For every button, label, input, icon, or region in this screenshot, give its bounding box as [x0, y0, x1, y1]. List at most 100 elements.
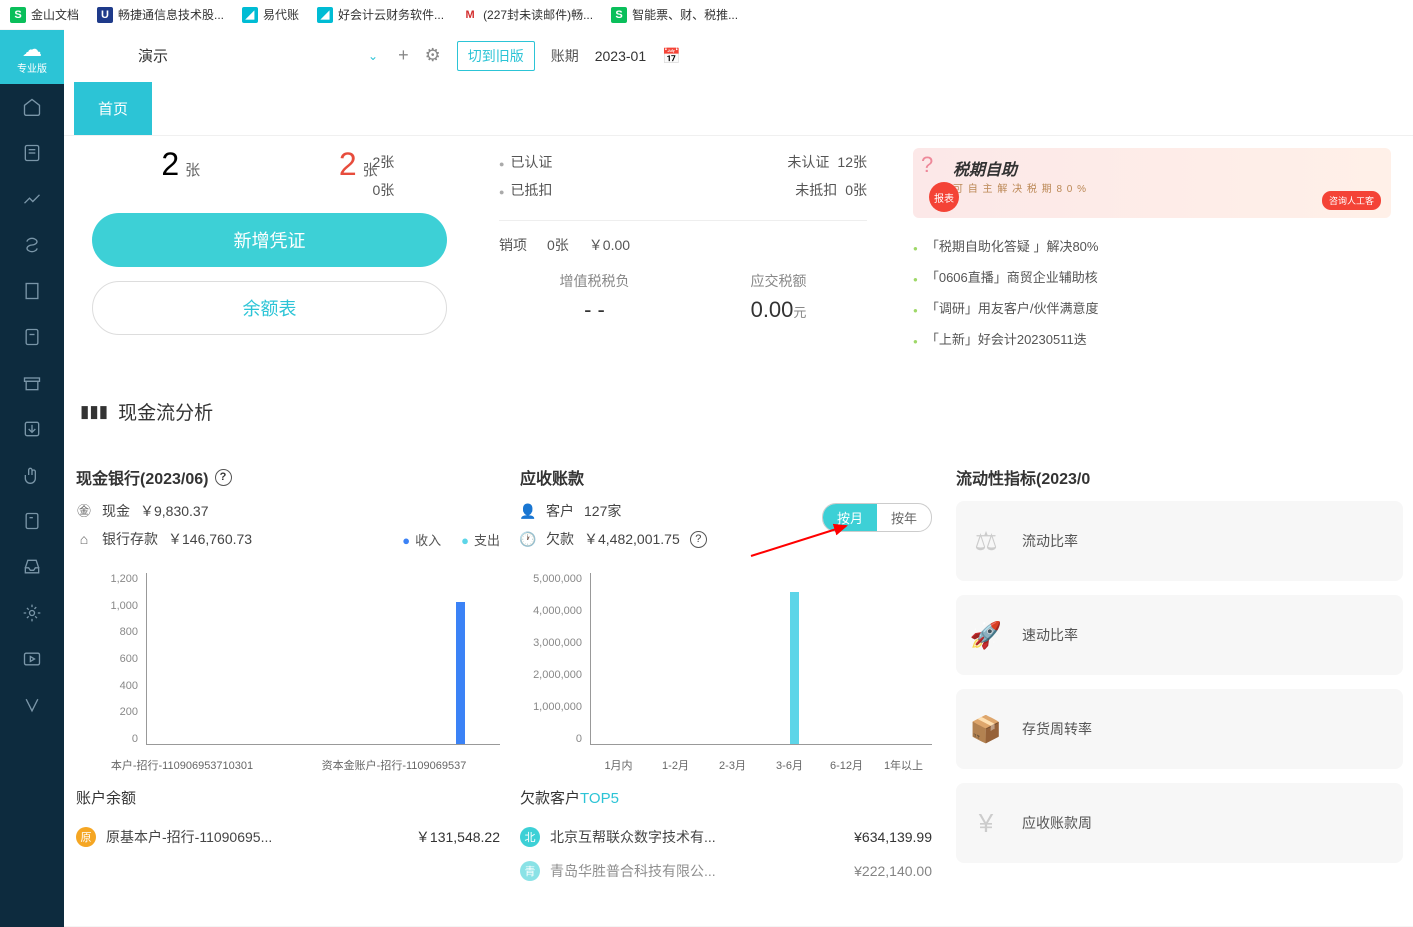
receivables-chart: 5,000,0004,000,0003,000,0002,000,0001,00… [520, 573, 932, 773]
person-icon: 👤 [520, 503, 536, 520]
top5-row[interactable]: 北 北京互帮联众数字技术有... ¥634,139.99 [520, 820, 932, 854]
nav-building[interactable] [0, 268, 64, 314]
nav-archive[interactable] [0, 360, 64, 406]
nav-receipt[interactable] [0, 498, 64, 544]
old-version-button[interactable]: 切到旧版 [457, 41, 535, 71]
tax-payable: 应交税额 0.00元 [751, 271, 807, 323]
app-header: 演示 ⌄ + ⚙ 切到旧版 账期 2023-01 📅 [64, 29, 1413, 82]
metric-inventory-turnover[interactable]: 📦 存货周转率 [956, 689, 1403, 769]
news-list: 「税期自助化答疑 」解决80% 「0606直播」商贸企业辅助核 「调研」用友客户… [913, 230, 1391, 354]
bar-3-6m [790, 592, 799, 744]
bookmark-item[interactable]: ◢好会计云财务软件... [317, 6, 444, 23]
app-logo[interactable]: ☁ 专业版 [0, 30, 64, 84]
bar-income [456, 602, 465, 744]
promo-cta-button[interactable]: 咨询人工客 [1322, 191, 1381, 210]
cash-bank-card: 现金银行(2023/06) ? ㊎ 现金 ￥9,830.37 ⌂ 银行存款 ￥1… [72, 451, 504, 902]
nav-video[interactable] [0, 636, 64, 682]
tax-card: 已认证2张未认证12张 已抵扣0张未抵扣0张 销项 0张 ￥0.00 增值税税负… [479, 136, 887, 366]
bookmark-icon: S [611, 7, 627, 23]
liquidity-card: 流动性指标(2023/0 ⚖ 流动比率 🚀 速动比率 📦 存货周转率 ¥ [948, 451, 1405, 902]
logo-label: 专业版 [17, 60, 47, 75]
bookmark-item[interactable]: S智能票、财、税推... [611, 6, 738, 23]
bar-chart-icon: ▮▮▮ [80, 402, 108, 422]
bookmark-icon: U [97, 7, 113, 23]
clock-icon: 🕐 [520, 531, 536, 548]
bookmark-item[interactable]: ◢易代账 [242, 6, 299, 23]
help-icon[interactable]: ? [215, 469, 232, 486]
news-item[interactable]: 「调研」用友客户/伙伴满意度 [913, 292, 1391, 323]
period-value[interactable]: 2023-01 [595, 48, 646, 64]
bookmark-icon: S [10, 7, 26, 23]
legend-expense: 支出 [461, 530, 500, 549]
sidebar-nav: ☁ 专业版 [0, 30, 64, 927]
arrow-annotation [746, 521, 856, 561]
cash-title: 现金银行(2023/06) ? [76, 465, 500, 489]
rank-badge: 原 [76, 827, 96, 847]
top5-row[interactable]: 青 青岛华胜普合科技有限公... ¥222,140.00 [520, 854, 932, 888]
nav-money[interactable] [0, 222, 64, 268]
help-icon[interactable]: ? [690, 531, 707, 548]
section-cashflow-header: ▮▮▮ 现金流分析 [72, 378, 1405, 439]
rank-badge: 青 [520, 861, 540, 881]
nav-voucher[interactable] [0, 130, 64, 176]
news-item[interactable]: 「上新」好会计20230511迭 [913, 323, 1391, 354]
nav-home[interactable] [0, 84, 64, 130]
nav-report[interactable] [0, 176, 64, 222]
metric-receivables-turnover[interactable]: ¥ 应收账款周 [956, 783, 1403, 863]
promo-card: ? 税期自助 可 自 主 解 决 税 期 8 0 % 报表 咨询人工客 「税期自… [899, 136, 1405, 366]
owed-row: 🕐 欠款 ￥4,482,001.75 ? [520, 529, 932, 549]
rank-badge: 北 [520, 827, 540, 847]
balance-sheet-button[interactable]: 余额表 [92, 281, 447, 335]
top5-header: 欠款客户TOP5 [520, 787, 932, 808]
bookmark-item[interactable]: S金山文档 [10, 6, 79, 23]
cloud-icon: ☁ [22, 40, 42, 60]
news-item[interactable]: 「税期自助化答疑 」解决80% [913, 230, 1391, 261]
bank-row: ⌂ 银行存款 ￥146,760.73 收入 支出 [76, 529, 500, 549]
nav-v[interactable] [0, 682, 64, 728]
bookmark-item[interactable]: U畅捷通信息技术股... [97, 6, 224, 23]
bookmark-item[interactable]: M(227封未读邮件)畅... [462, 6, 593, 23]
chevron-down-icon: ⌄ [368, 49, 378, 63]
calendar-icon[interactable]: 📅 [662, 47, 681, 65]
add-voucher-button[interactable]: 新增凭证 [92, 213, 447, 267]
company-name: 演示 [138, 45, 168, 66]
yen-icon: ㊎ [76, 501, 92, 521]
news-item[interactable]: 「0606直播」商贸企业辅助核 [913, 261, 1391, 292]
voucher-card: 2 张 2 张 新增凭证 余额表 [72, 136, 467, 366]
nav-settings[interactable] [0, 590, 64, 636]
scale-icon: ⚖ [968, 523, 1004, 559]
receivables-card: 应收账款 👤 客户 127家 🕐 欠款 ￥4,482,001.75 ? 按月 [516, 451, 936, 902]
company-selector[interactable]: 演示 ⌄ [134, 39, 382, 72]
tab-home[interactable]: 首页 [74, 82, 152, 135]
bookmark-icon: M [462, 7, 478, 23]
nav-inbox[interactable] [0, 544, 64, 590]
tab-bar: 首页 [64, 82, 1413, 136]
bank-icon: ⌂ [76, 531, 92, 547]
bookmark-icon: ◢ [242, 7, 258, 23]
period-label: 账期 [551, 46, 579, 66]
account-row[interactable]: 原 原基本户-招行-11090695... ￥131,548.22 [76, 820, 500, 854]
nav-download[interactable] [0, 406, 64, 452]
receivables-title: 应收账款 [520, 465, 932, 489]
yen-box-icon: ¥ [968, 805, 1004, 841]
promo-badge: 报表 [929, 182, 959, 212]
voucher-count-1: 2 张 [161, 146, 200, 183]
add-icon[interactable]: + [398, 45, 409, 66]
gear-icon[interactable]: ⚙ [425, 45, 441, 66]
nav-calc[interactable] [0, 314, 64, 360]
promo-banner[interactable]: ? 税期自助 可 自 主 解 决 税 期 8 0 % 报表 咨询人工客 [913, 148, 1391, 218]
metric-quick-ratio[interactable]: 🚀 速动比率 [956, 595, 1403, 675]
bookmark-icon: ◢ [317, 7, 333, 23]
metric-current-ratio[interactable]: ⚖ 流动比率 [956, 501, 1403, 581]
nav-hand[interactable] [0, 452, 64, 498]
liquidity-title: 流动性指标(2023/0 [956, 465, 1403, 489]
cash-chart: 1,2001,0008006004002000 本户-招行-1109069537… [76, 573, 500, 773]
toggle-year[interactable]: 按年 [877, 504, 931, 531]
legend-income: 收入 [402, 530, 441, 549]
cash-row: ㊎ 现金 ￥9,830.37 [76, 501, 500, 521]
main-content: 演示 ⌄ + ⚙ 切到旧版 账期 2023-01 📅 首页 2 张 [64, 29, 1413, 926]
account-balance-header: 账户余额 [76, 787, 500, 808]
browser-bookmarks-bar: S金山文档 U畅捷通信息技术股... ◢易代账 ◢好会计云财务软件... M(2… [0, 0, 1413, 29]
rocket-icon: 🚀 [968, 617, 1004, 653]
tax-sales-row: 销项 0张 ￥0.00 [499, 235, 867, 255]
